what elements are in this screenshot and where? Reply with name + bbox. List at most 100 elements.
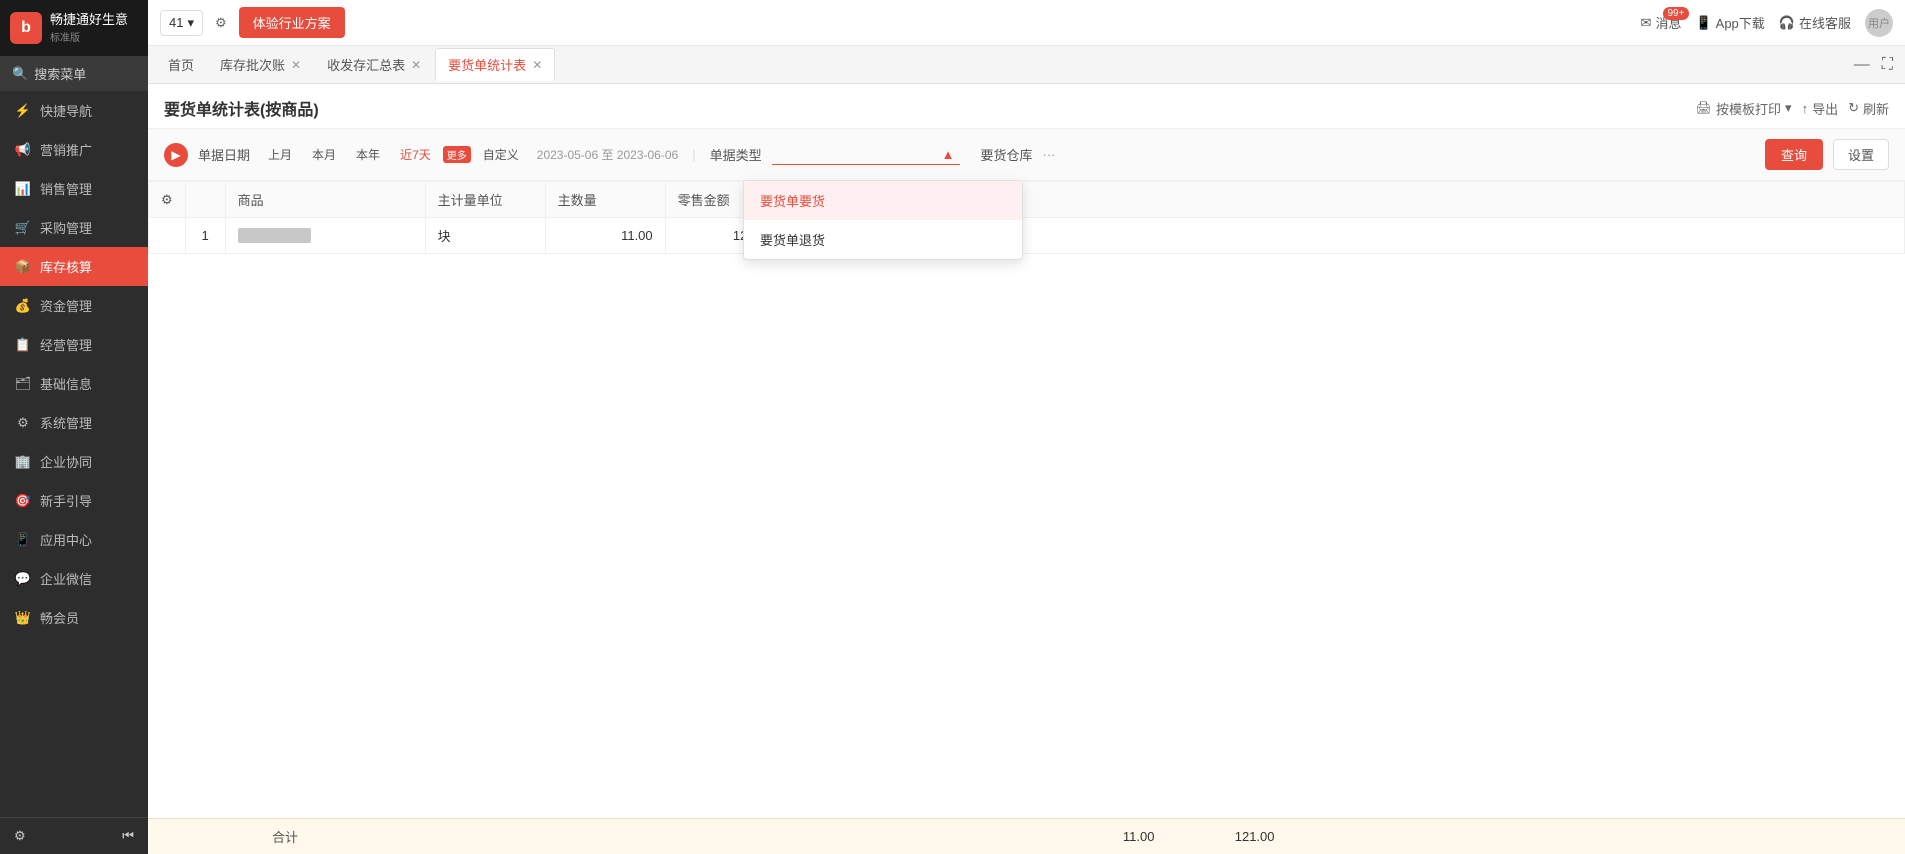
sidebar-item-wechat[interactable]: 💬 企业微信: [0, 559, 148, 598]
dropdown-item-label: 要货单要货: [760, 194, 825, 209]
filter-bar: ▶ 单据日期 上月 本月 本年 近7天 更多 自定义 2023-05-06 至 …: [148, 129, 1905, 181]
sidebar-item-label: 快捷导航: [40, 101, 92, 120]
collapse-icon[interactable]: ⏮: [122, 828, 134, 844]
tab-minimize-icon[interactable]: —: [1850, 52, 1874, 78]
dropdown-item-label: 要货单退货: [760, 233, 825, 248]
query-btn[interactable]: 查询: [1765, 139, 1823, 170]
date-btn-7days[interactable]: 近7天: [392, 143, 439, 166]
sidebar-item-purchase[interactable]: 🛒 采购管理: [0, 208, 148, 247]
table-header-row: ⚙ 商品 主计量单位 主数量 零售金额: [149, 182, 1905, 218]
topbar-left: 41 ▾ ⚙ 体验行业方案: [160, 7, 1631, 38]
sidebar-item-guide[interactable]: 🎯 新手引导: [0, 481, 148, 520]
dropdown-item-require-goods[interactable]: 要货单要货: [744, 181, 1022, 220]
refresh-btn[interactable]: ↻ 刷新: [1848, 99, 1889, 118]
sales-icon: 📊: [14, 180, 32, 198]
app-download-btn[interactable]: 📱 App下载: [1695, 13, 1764, 32]
type-label: 单据类型: [710, 145, 762, 164]
sidebar-item-system[interactable]: ⚙ 系统管理: [0, 403, 148, 442]
col-settings-icon[interactable]: ⚙: [161, 192, 173, 207]
type-select-wrapper[interactable]: ▲: [772, 145, 961, 165]
warehouse-dots-icon[interactable]: ···: [1043, 147, 1056, 162]
filter-expand-btn[interactable]: ▶: [164, 143, 188, 167]
table-col-unit: 主计量单位: [425, 182, 545, 218]
export-label: 导出: [1812, 99, 1838, 118]
system-icon: ⚙: [14, 414, 32, 432]
topbar-gear-icon[interactable]: ⚙: [211, 11, 231, 35]
logo-name: 畅捷通好生意: [50, 12, 128, 29]
guide-icon: 🎯: [14, 492, 32, 510]
export-btn[interactable]: ↑ 导出: [1802, 99, 1839, 118]
tab-inventory-batch[interactable]: 库存批次账 ✕: [208, 49, 313, 80]
sidebar-item-label: 系统管理: [40, 413, 92, 432]
refresh-label: 刷新: [1863, 99, 1889, 118]
tab-maximize-icon[interactable]: ⛶: [1878, 52, 1897, 78]
print-label: 按模板打印: [1716, 99, 1781, 118]
messages-btn[interactable]: ✉ 消息 99+: [1641, 13, 1682, 32]
avatar[interactable]: 用户: [1865, 9, 1893, 37]
sidebar-item-sales[interactable]: 📊 销售管理: [0, 169, 148, 208]
sidebar-item-shortcuts[interactable]: ⚡ 快捷导航: [0, 91, 148, 130]
sidebar-item-label: 经营管理: [40, 335, 92, 354]
tab-home[interactable]: 首页: [156, 49, 206, 80]
sidebar-item-label: 营销推广: [40, 140, 92, 159]
settings-icon[interactable]: ⚙: [14, 828, 26, 844]
inventory-icon: 📦: [14, 258, 32, 276]
date-btn-this-month[interactable]: 本月: [304, 143, 344, 166]
online-service-label: 在线客服: [1799, 13, 1851, 32]
footer-amount: 121.00: [1165, 829, 1285, 844]
sidebar-item-operations[interactable]: 📋 经营管理: [0, 325, 148, 364]
tab-close-icon[interactable]: ✕: [532, 58, 542, 72]
sidebar-item-enterprise[interactable]: 🏢 企业协同: [0, 442, 148, 481]
data-table: ⚙ 商品 主计量单位 主数量 零售金额 1: [148, 181, 1905, 254]
sidebar-item-label: 企业微信: [40, 569, 92, 588]
date-more-badge[interactable]: 更多: [443, 146, 471, 163]
tab-label: 首页: [168, 55, 194, 74]
date-btn-this-year[interactable]: 本年: [348, 143, 388, 166]
tab-receive-send[interactable]: 收发存汇总表 ✕: [315, 49, 433, 80]
store-selector[interactable]: 41 ▾: [160, 10, 203, 36]
trial-btn[interactable]: 体验行业方案: [239, 7, 345, 38]
online-service-btn[interactable]: 🎧 在线客服: [1779, 13, 1851, 32]
tab-order-stats[interactable]: 要货单统计表 ✕: [435, 48, 555, 81]
table-col-product: 商品: [225, 182, 425, 218]
headset-icon: 🎧: [1779, 15, 1795, 31]
sidebar-item-label: 基础信息: [40, 374, 92, 393]
page-header: 要货单统计表(按商品) 🖨 按模板打印 ▾ ↑ 导出 ↻ 刷新: [148, 84, 1905, 129]
warehouse-label: 要货仓库: [980, 145, 1032, 164]
sidebar-item-label: 销售管理: [40, 179, 92, 198]
sidebar-item-basics[interactable]: 🗂 基础信息: [0, 364, 148, 403]
tab-label: 收发存汇总表: [327, 55, 405, 74]
sidebar-item-search[interactable]: 🔍 搜索菜单: [0, 56, 148, 91]
tab-close-icon[interactable]: ✕: [291, 58, 301, 72]
chevron-up-icon: ▲: [942, 147, 955, 162]
footer-total-label: 合计: [236, 827, 436, 846]
sidebar-footer: ⚙ ⏮: [0, 817, 148, 854]
date-btn-custom[interactable]: 自定义: [475, 143, 527, 166]
setting-btn[interactable]: 设置: [1833, 139, 1889, 170]
sidebar-item-apps[interactable]: 📱 应用中心: [0, 520, 148, 559]
finance-icon: 💰: [14, 297, 32, 315]
page-actions: 🖨 按模板打印 ▾ ↑ 导出 ↻ 刷新: [1696, 99, 1890, 118]
date-btn-last-month[interactable]: 上月: [260, 143, 300, 166]
table-col-index: [185, 182, 225, 218]
type-select-input[interactable]: [778, 147, 938, 162]
sidebar-item-label: 库存核算: [40, 257, 92, 276]
sidebar-item-label: 畅会员: [40, 608, 79, 627]
product-name-blurred: ████████: [238, 228, 312, 243]
tabs-bar: 首页 库存批次账 ✕ 收发存汇总表 ✕ 要货单统计表 ✕ — ⛶: [148, 46, 1905, 84]
tab-close-icon[interactable]: ✕: [411, 58, 421, 72]
sidebar-item-label: 新手引导: [40, 491, 92, 510]
shortcuts-icon: ⚡: [14, 102, 32, 120]
sidebar-item-marketing[interactable]: 📢 营销推广: [0, 130, 148, 169]
apps-icon: 📱: [14, 531, 32, 549]
chevron-down-icon: ▾: [1785, 100, 1792, 116]
sidebar-item-inventory[interactable]: 📦 库存核算: [0, 247, 148, 286]
sidebar-item-member[interactable]: 👑 畅会员: [0, 598, 148, 637]
sidebar-search-label: 搜索菜单: [34, 64, 86, 83]
tab-label: 要货单统计表: [448, 55, 526, 74]
sidebar-item-finance[interactable]: 💰 资金管理: [0, 286, 148, 325]
cell-quantity: 11.00: [545, 218, 665, 254]
marketing-icon: 📢: [14, 141, 32, 159]
print-btn[interactable]: 🖨 按模板打印 ▾: [1696, 99, 1792, 118]
dropdown-item-return-goods[interactable]: 要货单退货: [744, 220, 1022, 259]
